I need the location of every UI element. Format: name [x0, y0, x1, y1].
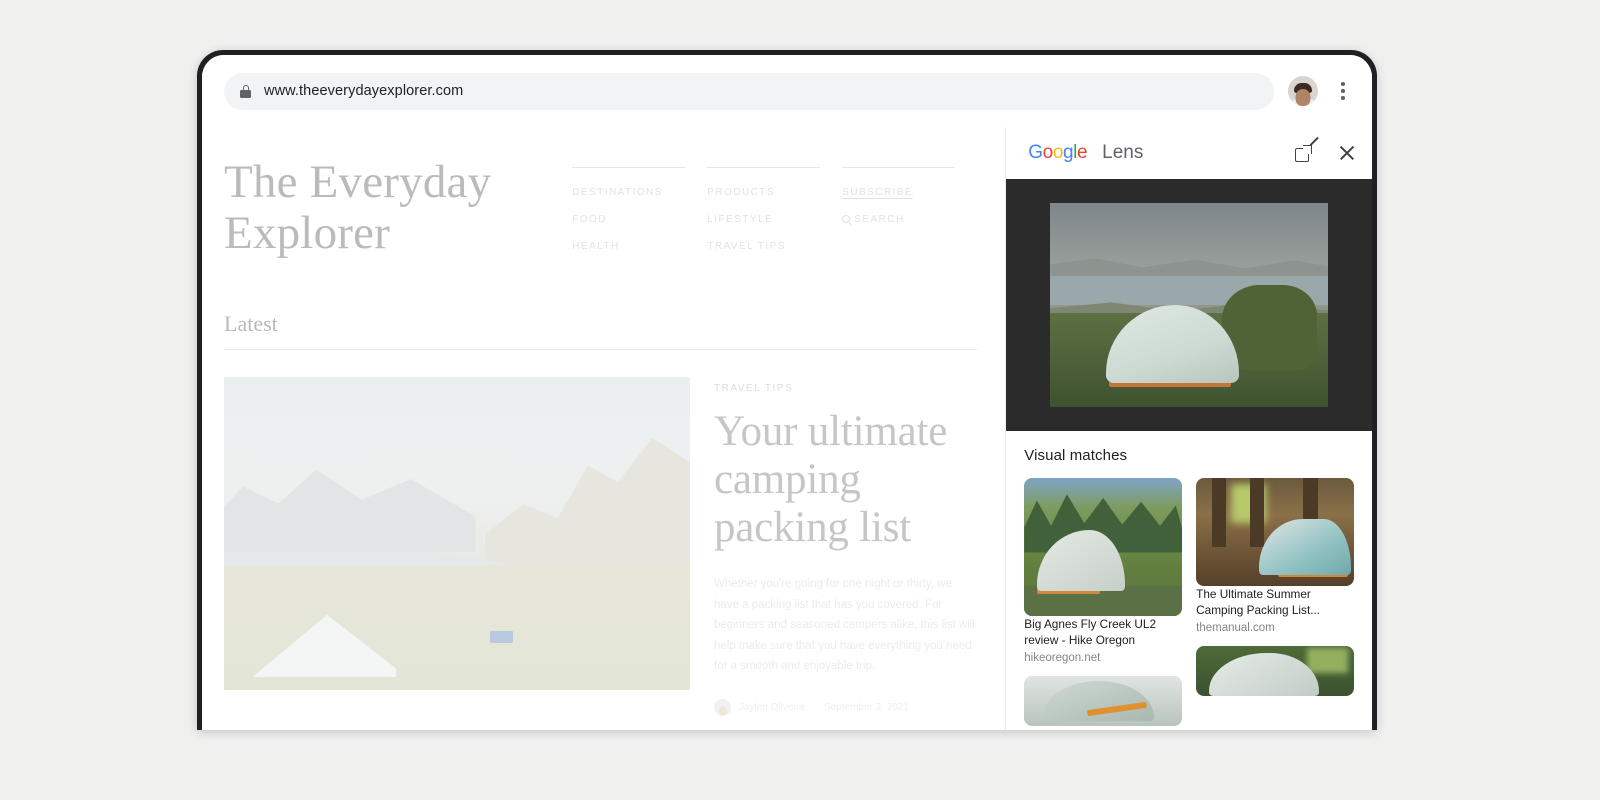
- visual-matches-title: Visual matches: [1024, 447, 1128, 464]
- address-bar[interactable]: www.theeverydayexplorer.com: [224, 72, 1274, 110]
- lens-selected-image[interactable]: [1050, 203, 1328, 407]
- open-in-new-icon[interactable]: [1295, 144, 1312, 162]
- nav-link-travel-tips[interactable]: TRAVEL TIPS: [707, 241, 842, 252]
- google-lens-panel: Google Lens Visual matches Big Agnes Fly…: [1005, 127, 1372, 730]
- visual-match-item[interactable]: The Ultimate Summer Camping Packing List…: [1196, 478, 1355, 634]
- website-content: The Everyday Explorer DESTINATIONS FOOD …: [202, 127, 1006, 730]
- nav-link-search-label: SEARCH: [854, 214, 905, 225]
- nav-link-products[interactable]: PRODUCTS: [707, 187, 842, 198]
- nav-rule: [842, 167, 956, 168]
- section-title: Latest: [224, 311, 278, 336]
- feature-article-image[interactable]: [224, 377, 690, 690]
- section-divider: [224, 349, 978, 350]
- device-screen: www.theeverydayexplorer.com The Everyday…: [202, 55, 1372, 730]
- matches-column-right: The Ultimate Summer Camping Packing List…: [1196, 478, 1355, 726]
- profile-avatar[interactable]: [1288, 76, 1318, 106]
- visual-matches-grid: Big Agnes Fly Creek UL2 review - Hike Or…: [1024, 478, 1355, 726]
- nav-column-2: PRODUCTS LIFESTYLE TRAVEL TIPS: [707, 167, 842, 268]
- url-text: www.theeverydayexplorer.com: [264, 83, 464, 99]
- nav-link-subscribe[interactable]: SUBSCRIBE: [842, 187, 977, 198]
- nav-rule: [572, 167, 686, 168]
- feature-article-text: TRAVEL TIPS Your ultimate camping packin…: [714, 377, 977, 716]
- article-byline: Jaylen Oliveira · September 3, 2021: [714, 698, 977, 716]
- close-icon[interactable]: [1338, 144, 1356, 162]
- matches-column-left: Big Agnes Fly Creek UL2 review - Hike Or…: [1024, 478, 1183, 726]
- nav-link-lifestyle[interactable]: LIFESTYLE: [707, 214, 842, 225]
- nav-link-health[interactable]: HEALTH: [572, 241, 707, 252]
- author-name[interactable]: Jaylen Oliveira: [739, 702, 805, 713]
- match-thumbnail[interactable]: [1196, 478, 1355, 586]
- site-masthead: The Everyday Explorer DESTINATIONS FOOD …: [224, 145, 977, 268]
- match-title[interactable]: The Ultimate Summer Camping Packing List…: [1196, 586, 1354, 619]
- article-category[interactable]: TRAVEL TIPS: [714, 383, 977, 394]
- article-date: September 3, 2021: [823, 701, 909, 713]
- article-headline[interactable]: Your ultimate camping packing list: [714, 408, 977, 552]
- site-title: The Everyday Explorer: [224, 156, 492, 259]
- three-dot-menu-icon[interactable]: [1332, 82, 1354, 100]
- browser-toolbar: www.theeverydayexplorer.com: [202, 55, 1372, 127]
- site-nav: DESTINATIONS FOOD HEALTH PRODUCTS LIFEST…: [572, 157, 977, 268]
- byline-separator: ·: [812, 701, 816, 713]
- feature-article[interactable]: TRAVEL TIPS Your ultimate camping packin…: [224, 377, 977, 716]
- nav-link-search[interactable]: SEARCH: [842, 214, 977, 225]
- lock-icon: [240, 84, 251, 98]
- latest-section-header: Latest: [224, 311, 978, 350]
- nav-rule: [707, 167, 821, 168]
- device-frame: www.theeverydayexplorer.com The Everyday…: [197, 50, 1377, 730]
- match-title[interactable]: Big Agnes Fly Creek UL2 review - Hike Or…: [1024, 616, 1182, 649]
- google-logo: Google: [1028, 142, 1088, 163]
- match-thumbnail[interactable]: [1196, 645, 1355, 696]
- match-thumbnail[interactable]: [1024, 478, 1183, 616]
- browser-viewport: The Everyday Explorer DESTINATIONS FOOD …: [202, 127, 1372, 730]
- match-thumbnail[interactable]: [1024, 675, 1183, 726]
- article-excerpt: Whether you're going for one night or th…: [714, 578, 975, 673]
- match-source: themanual.com: [1196, 621, 1275, 634]
- nav-column-1: DESTINATIONS FOOD HEALTH: [572, 167, 707, 268]
- nav-link-food[interactable]: FOOD: [572, 214, 707, 225]
- match-source: hikeoregon.net: [1024, 651, 1101, 664]
- lens-selected-image-area[interactable]: [1006, 179, 1372, 431]
- nav-link-destinations[interactable]: DESTINATIONS: [572, 187, 707, 198]
- author-avatar: [714, 698, 731, 716]
- search-icon: [842, 215, 851, 223]
- lens-panel-header: Google Lens: [1006, 127, 1372, 179]
- nav-column-3: SUBSCRIBE SEARCH: [842, 167, 977, 268]
- lens-product-label: Lens: [1102, 142, 1144, 163]
- lens-results: Visual matches Big Agnes Fly Creek UL2 r…: [1006, 431, 1372, 730]
- visual-match-item[interactable]: Big Agnes Fly Creek UL2 review - Hike Or…: [1024, 478, 1183, 664]
